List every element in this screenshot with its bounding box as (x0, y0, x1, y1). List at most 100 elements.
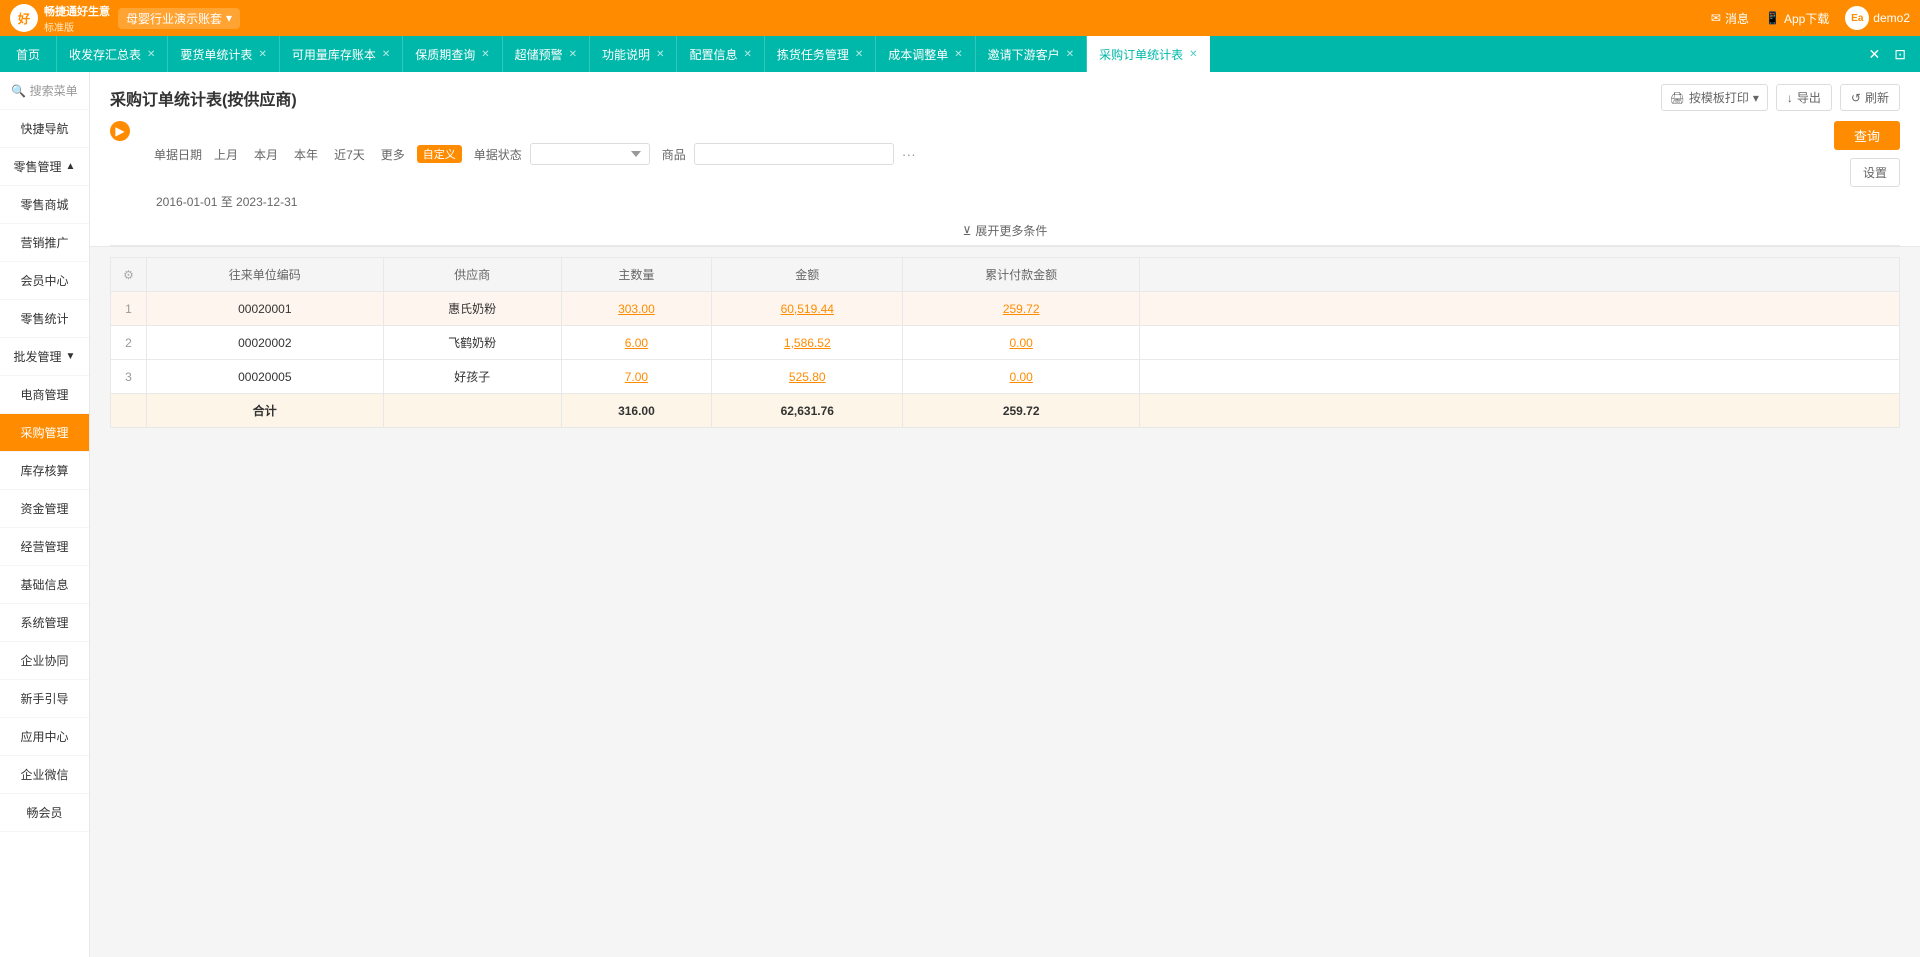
shortcut-7days[interactable]: 近7天 (330, 145, 369, 164)
tab-baozhi[interactable]: 保质期查询 ✕ (403, 36, 502, 72)
sidebar-item-member2[interactable]: 畅会员 (0, 794, 89, 832)
refresh-button[interactable]: ↺ 刷新 (1840, 84, 1900, 111)
sidebar: 🔍 搜索菜单 快捷导航 零售管理 ▲ 零售商城 营销推广 会员中心 零售统计 批… (0, 72, 90, 957)
query-button[interactable]: 查询 (1834, 121, 1900, 150)
sidebar-item-retail-stats[interactable]: 零售统计 (0, 300, 89, 338)
amount-link[interactable]: 1,586.52 (784, 336, 831, 350)
qty-link[interactable]: 7.00 (625, 370, 648, 384)
sidebar-item-enterprise[interactable]: 企业协同 (0, 642, 89, 680)
sidebar-item-retail-mall[interactable]: 零售商城 (0, 186, 89, 224)
sidebar-item-purchase[interactable]: 采购管理 (0, 414, 89, 452)
shortcut-this-month[interactable]: 本月 (250, 145, 282, 164)
chevron-down-icon: ▼ (66, 351, 76, 362)
tab-chaochuyujing[interactable]: 超储预警 ✕ (503, 36, 590, 72)
sidebar-item-wholesale[interactable]: 批发管理 ▼ (0, 338, 89, 376)
settings-button[interactable]: 设置 (1850, 158, 1900, 187)
tab-close-icon[interactable]: ✕ (656, 49, 664, 60)
print-button[interactable]: 🖨 按模板打印 ▾ (1661, 84, 1768, 111)
message-icon: ✉ (1711, 11, 1721, 25)
footer-amount: 62,631.76 (712, 394, 903, 428)
tab-home[interactable]: 首页 (0, 36, 57, 72)
sidebar-item-member[interactable]: 会员中心 (0, 262, 89, 300)
username: demo2 (1873, 11, 1910, 25)
tab-keyongliang[interactable]: 可用量库存账本 ✕ (280, 36, 403, 72)
column-settings-icon[interactable]: ⚙ (123, 268, 134, 282)
footer-label: 合计 (147, 394, 384, 428)
tab-close-icon[interactable]: ✕ (258, 49, 266, 60)
amount-link[interactable]: 525.80 (789, 370, 826, 384)
data-table: ⚙ 往来单位编码 供应商 主数量 金额 累计付款金额 1 00020001 (110, 257, 1900, 428)
tab-close-icon[interactable]: ✕ (855, 49, 863, 60)
tab-close-icon[interactable]: ✕ (147, 49, 155, 60)
row-empty (1140, 326, 1900, 360)
row-qty: 303.00 (561, 292, 711, 326)
tab-label: 配置信息 (689, 46, 737, 63)
sidebar-item-retail-mgmt[interactable]: 零售管理 ▲ (0, 148, 89, 186)
tab-yaoqing[interactable]: 邀请下游客户 ✕ (976, 36, 1087, 72)
nav-expand-btn[interactable]: ⊡ (1888, 44, 1912, 65)
tab-chengben[interactable]: 成本调整单 ✕ (876, 36, 975, 72)
paid-link[interactable]: 0.00 (1010, 370, 1033, 384)
tab-peizhi[interactable]: 配置信息 ✕ (677, 36, 764, 72)
tab-close-icon[interactable]: ✕ (1066, 49, 1074, 60)
user-area[interactable]: Ea demo2 (1845, 6, 1910, 30)
sidebar-item-apps[interactable]: 应用中心 (0, 718, 89, 756)
workspace-selector[interactable]: 母婴行业演示账套 ▾ (118, 8, 240, 29)
row-code: 00020002 (147, 326, 384, 360)
qty-link[interactable]: 303.00 (618, 302, 655, 316)
right-buttons: 查询 设置 (1834, 121, 1900, 187)
sidebar-item-base[interactable]: 基础信息 (0, 566, 89, 604)
sidebar-item-ecommerce[interactable]: 电商管理 (0, 376, 89, 414)
main-layout: 🔍 搜索菜单 快捷导航 零售管理 ▲ 零售商城 营销推广 会员中心 零售统计 批… (0, 72, 1920, 957)
sidebar-item-marketing[interactable]: 营销推广 (0, 224, 89, 262)
shortcut-last-month[interactable]: 上月 (210, 145, 242, 164)
sidebar-item-label: 零售商城 (20, 198, 68, 212)
tab-close-icon[interactable]: ✕ (382, 49, 390, 60)
paid-link[interactable]: 0.00 (1010, 336, 1033, 350)
status-select[interactable] (530, 143, 650, 165)
sidebar-item-newbie[interactable]: 新手引导 (0, 680, 89, 718)
qty-link[interactable]: 6.00 (625, 336, 648, 350)
sidebar-item-system[interactable]: 系统管理 (0, 604, 89, 642)
more-icon[interactable]: ··· (902, 146, 916, 162)
expand-more-btn[interactable]: ⊻ 展开更多条件 (963, 222, 1048, 239)
th-amount: 金额 (712, 258, 903, 292)
export-button[interactable]: ↓ 导出 (1776, 84, 1832, 111)
workspace-chevron-icon: ▾ (226, 11, 232, 25)
shortcut-this-year[interactable]: 本年 (290, 145, 322, 164)
tab-shoufacun[interactable]: 收发存汇总表 ✕ (57, 36, 168, 72)
message-btn[interactable]: ✉ 消息 (1711, 10, 1749, 27)
sidebar-item-inventory[interactable]: 库存核算 (0, 452, 89, 490)
table-body: 1 00020001 惠氏奶粉 303.00 60,519.44 259.72 … (111, 292, 1900, 394)
tab-close-icon[interactable]: ✕ (954, 49, 962, 60)
tab-yaohuo[interactable]: 要货单统计表 ✕ (168, 36, 279, 72)
top-bar-left: 好 畅捷通好生意 标准版 母婴行业演示账套 ▾ (10, 3, 240, 34)
sidebar-search[interactable]: 🔍 搜索菜单 (0, 72, 89, 110)
sidebar-item-label: 基础信息 (20, 578, 68, 592)
shortcut-more[interactable]: 更多 (377, 145, 409, 164)
tab-caigou-active[interactable]: 采购订单统计表 ✕ (1087, 36, 1210, 72)
filter-toggle-btn[interactable]: ▶ (110, 121, 130, 141)
amount-link[interactable]: 60,519.44 (781, 302, 834, 316)
tab-close-icon[interactable]: ✕ (1189, 49, 1197, 60)
footer-row: 合计 316.00 62,631.76 259.72 (111, 394, 1900, 428)
sidebar-item-operations[interactable]: 经营管理 (0, 528, 89, 566)
tab-jianhuo[interactable]: 拣货任务管理 ✕ (765, 36, 876, 72)
custom-date-tag[interactable]: 自定义 (417, 145, 462, 163)
tab-gongneng[interactable]: 功能说明 ✕ (590, 36, 677, 72)
logo-area: 好 畅捷通好生意 标准版 (10, 3, 110, 34)
sidebar-item-label: 电商管理 (20, 388, 68, 402)
chevron-up-icon: ▲ (66, 161, 76, 172)
tab-close-icon[interactable]: ✕ (743, 49, 751, 60)
nav-close-btn[interactable]: ✕ (1863, 44, 1887, 65)
tab-close-icon[interactable]: ✕ (481, 49, 489, 60)
sidebar-item-wechat[interactable]: 企业微信 (0, 756, 89, 794)
sidebar-item-label: 新手引导 (20, 692, 68, 706)
sidebar-quick-nav[interactable]: 快捷导航 (0, 110, 89, 148)
goods-input[interactable] (694, 143, 894, 165)
tab-label: 拣货任务管理 (777, 46, 849, 63)
tab-close-icon[interactable]: ✕ (569, 49, 577, 60)
app-download-btn[interactable]: 📱 App下载 (1765, 10, 1829, 27)
paid-link[interactable]: 259.72 (1003, 302, 1040, 316)
sidebar-item-finance[interactable]: 资金管理 (0, 490, 89, 528)
